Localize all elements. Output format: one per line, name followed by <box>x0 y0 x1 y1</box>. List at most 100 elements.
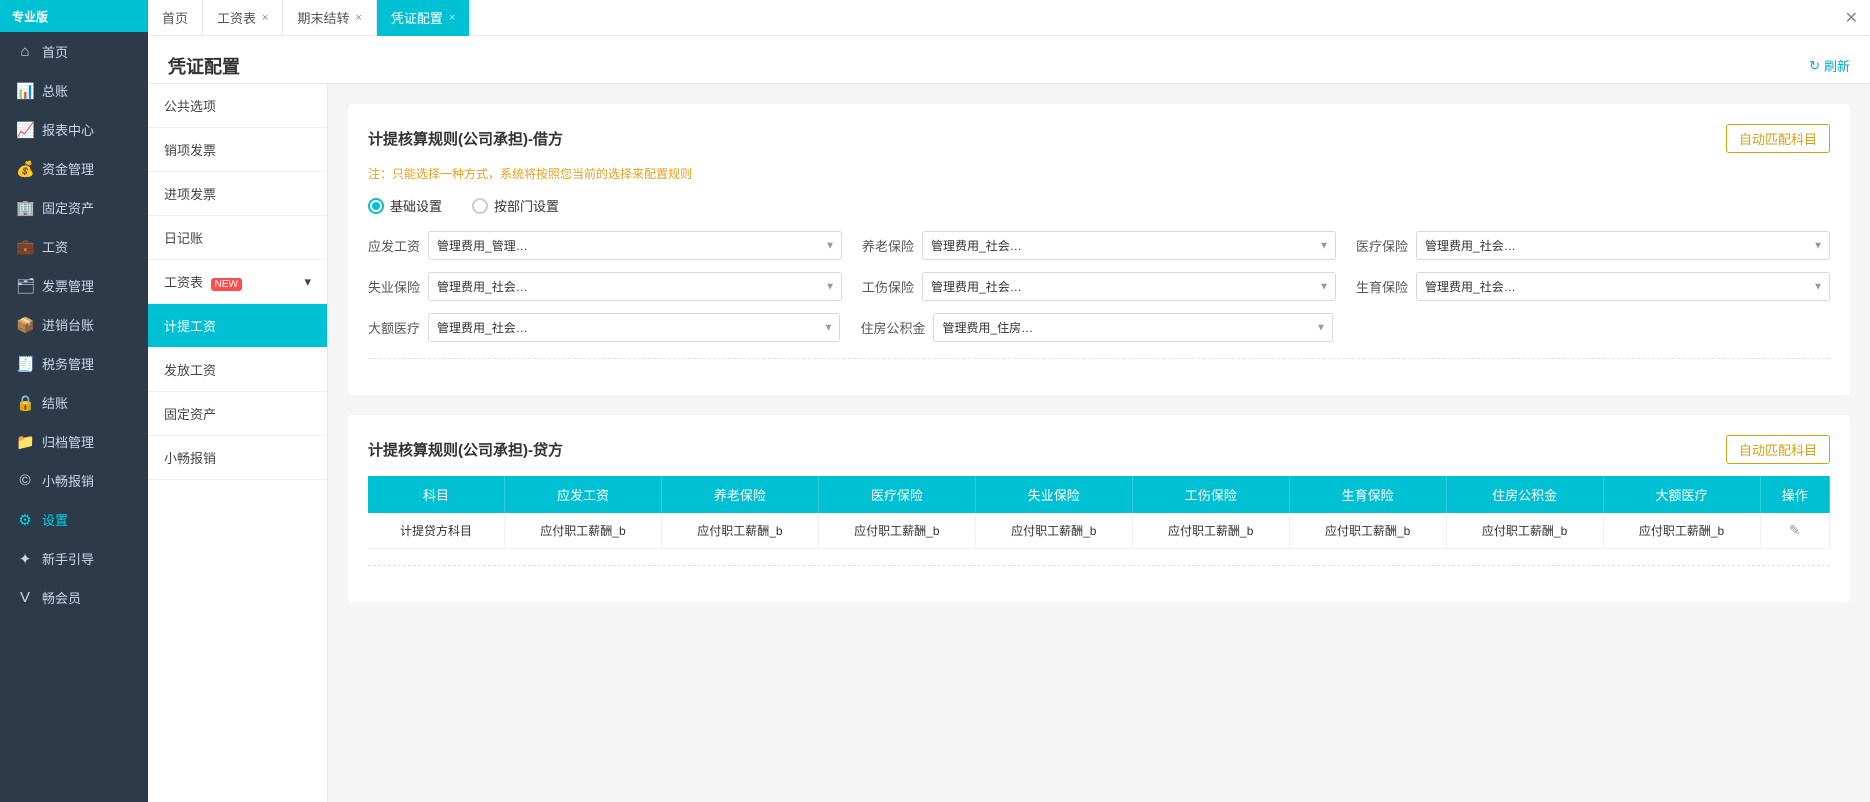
left-nav-label-sales-invoice: 销项发票 <box>164 140 216 159</box>
left-nav-label-journal: 日记账 <box>164 228 203 247</box>
left-nav-item-calc-payroll[interactable]: 计提工资 <box>148 304 327 348</box>
col-ylbx2: 医疗保险 <box>818 476 975 513</box>
tab-payroll-close[interactable]: × <box>262 12 268 24</box>
section-debit-note: 注：只能选择一种方式，系统将按照您当前的选择来配置规则 <box>368 165 1830 182</box>
form-row-3: 大额医疗 管理费用_社会保险费 ▼ 住房公积金 管理费用_住房公积金 ▼ <box>368 313 1333 342</box>
sidebar-item-label: 设置 <box>42 510 68 529</box>
field-yfgz-select[interactable]: 管理费用_管理人员职工薪酬 ▼ <box>428 231 842 260</box>
sidebar-item-inventory[interactable]: 📦进销台账 <box>0 305 148 344</box>
tab-period-close-close[interactable]: × <box>355 12 361 24</box>
cell-action[interactable]: ✎ <box>1760 513 1829 549</box>
col-zfgjj: 住房公积金 <box>1446 476 1603 513</box>
chevron-down-icon: ▼ <box>825 240 835 251</box>
field-ylbx2-select[interactable]: 管理费用_社会保险费 ▼ <box>1416 231 1830 260</box>
refresh-icon: ↻ <box>1809 58 1820 74</box>
field-deyl-label: 大额医疗 <box>368 318 420 337</box>
radio-basic-setup[interactable]: 基础设置 <box>368 196 442 215</box>
field-deyl-select[interactable]: 管理费用_社会保险费 ▼ <box>428 313 840 342</box>
left-nav-item-payroll-table[interactable]: 工资表 NEW▾ <box>148 260 327 304</box>
sidebar-item-funds[interactable]: 💰资金管理 <box>0 149 148 188</box>
field-zfgjj-label: 住房公积金 <box>860 318 925 337</box>
auto-match-debit-button[interactable]: 自动匹配科目 <box>1726 124 1830 153</box>
tab-home-label: 首页 <box>162 8 188 27</box>
tab-payroll[interactable]: 工资表 × <box>203 0 283 36</box>
section-debit-title: 计提核算规则(公司承担)-借方 <box>368 128 563 149</box>
left-nav-item-xiaochang-expense[interactable]: 小畅报销 <box>148 436 327 480</box>
sidebar-item-label: 首页 <box>42 42 68 61</box>
assets-icon: 🏢 <box>16 199 34 217</box>
left-nav-label-calc-payroll: 计提工资 <box>164 316 216 335</box>
sidebar-item-label: 归档管理 <box>42 432 94 451</box>
sidebar: 专业版 ⌂首页📊总账📈报表中心💰资金管理🏢固定资产💼工资🗂发票管理📦进销台账🧾税… <box>0 0 148 802</box>
sidebar-item-guide[interactable]: ✦新手引导 <box>0 539 148 578</box>
chevron-down-icon: ▼ <box>1319 240 1329 251</box>
field-sybx-select[interactable]: 管理费用_社会保险费 ▼ <box>428 272 842 301</box>
sidebar-item-reports[interactable]: 📈报表中心 <box>0 110 148 149</box>
cell-yfgz: 应付职工薪酬_b <box>505 513 662 549</box>
field-zfgjj-select[interactable]: 管理费用_住房公积金 ▼ <box>933 313 1332 342</box>
sidebar-item-label: 固定资产 <box>42 198 94 217</box>
credit-table: 科目 应发工资 养老保险 医疗保险 失业保险 工伤保险 生育保险 住房公积金 大… <box>368 476 1830 549</box>
left-nav-item-fixed-assets[interactable]: 固定资产 <box>148 392 327 436</box>
xiaochang-icon: © <box>16 472 34 489</box>
radio-group-setup: 基础设置 按部门设置 <box>368 196 1830 215</box>
left-nav-item-purchase-invoice[interactable]: 进项发票 <box>148 172 327 216</box>
field-sybx2-label: 生育保险 <box>1356 277 1408 296</box>
field-ylbx-select[interactable]: 管理费用_社会保险费 ▼ <box>922 231 1336 260</box>
left-nav-item-public-options[interactable]: 公共选项 <box>148 84 327 128</box>
col-yfgz: 应发工资 <box>505 476 662 513</box>
tab-period-close[interactable]: 期末结转 × <box>283 0 376 36</box>
edit-icon[interactable]: ✎ <box>1789 522 1801 538</box>
sidebar-item-label: 报表中心 <box>42 120 94 139</box>
tab-period-close-label: 期末结转 <box>297 8 349 27</box>
cell-ylbx: 应付职工薪酬_b <box>661 513 818 549</box>
section-credit-header: 计提核算规则(公司承担)-贷方 自动匹配科目 <box>368 435 1830 464</box>
col-deyl: 大额医疗 <box>1603 476 1760 513</box>
left-nav-item-pay-salary[interactable]: 发放工资 <box>148 348 327 392</box>
cell-zfgjj: 应付职工薪酬_b <box>1446 513 1603 549</box>
sidebar-item-ledger[interactable]: 📊总账 <box>0 71 148 110</box>
field-gsbx-select[interactable]: 管理费用_社会保险费 ▼ <box>922 272 1336 301</box>
close-window-button[interactable]: ✕ <box>1833 8 1870 28</box>
form-row-1: 应发工资 管理费用_管理人员职工薪酬 ▼ 养老保险 管理费用_社会保险费 ▼ <box>368 231 1830 260</box>
left-nav-label-payroll-table: 工资表 NEW <box>164 272 242 291</box>
radio-basic-setup-circle <box>368 198 384 214</box>
content-area: 公共选项销项发票进项发票日记账工资表 NEW▾计提工资发放工资固定资产小畅报销 … <box>148 84 1870 802</box>
sidebar-item-settings[interactable]: ⚙设置 <box>0 500 148 539</box>
left-nav-label-pay-salary: 发放工资 <box>164 360 216 379</box>
col-subject: 科目 <box>368 476 505 513</box>
cell-subject: 计提贷方科目 <box>368 513 505 549</box>
cell-sybx: 应付职工薪酬_b <box>975 513 1132 549</box>
sidebar-item-assets[interactable]: 🏢 固定资产 <box>0 188 148 227</box>
invoice-icon: 🗂 <box>16 277 34 295</box>
auto-match-credit-button[interactable]: 自动匹配科目 <box>1726 435 1830 464</box>
tab-home[interactable]: 首页 <box>148 0 203 36</box>
left-nav-label-purchase-invoice: 进项发票 <box>164 184 216 203</box>
field-sybx2-select[interactable]: 管理费用_社会保险费 ▼ <box>1416 272 1830 301</box>
col-sybx: 失业保险 <box>975 476 1132 513</box>
sidebar-item-home[interactable]: ⌂首页 <box>0 32 148 71</box>
sidebar-item-salary[interactable]: 💼工资 <box>0 227 148 266</box>
sidebar-item-xiaochang[interactable]: ©小畅报销 <box>0 461 148 500</box>
sidebar-item-label: 新手引导 <box>42 549 94 568</box>
tab-voucher-config[interactable]: 凭证配置 × <box>377 0 470 36</box>
sidebar-item-close[interactable]: 🔒结账 <box>0 383 148 422</box>
sidebar-item-tax[interactable]: 🧾税务管理 <box>0 344 148 383</box>
field-sybx-label: 失业保险 <box>368 277 420 296</box>
sidebar-item-label: 工资 <box>42 237 68 256</box>
refresh-button[interactable]: ↻ 刷新 <box>1809 56 1850 75</box>
sidebar-item-label: 发票管理 <box>42 276 94 295</box>
left-nav-label-xiaochang-expense: 小畅报销 <box>164 448 216 467</box>
sidebar-item-invoice[interactable]: 🗂 发票管理 <box>0 266 148 305</box>
left-nav-item-journal[interactable]: 日记账 <box>148 216 327 260</box>
cell-gsbx: 应付职工薪酬_b <box>1132 513 1289 549</box>
sidebar-item-member[interactable]: V畅会员 <box>0 578 148 617</box>
left-nav-item-sales-invoice[interactable]: 销项发票 <box>148 128 327 172</box>
tab-payroll-label: 工资表 <box>217 8 256 27</box>
col-ylbx: 养老保险 <box>661 476 818 513</box>
sidebar-item-archive[interactable]: 📁归档管理 <box>0 422 148 461</box>
field-sybx2: 生育保险 管理费用_社会保险费 ▼ <box>1356 272 1830 301</box>
tab-voucher-config-label: 凭证配置 <box>391 8 443 27</box>
tab-voucher-config-close[interactable]: × <box>449 12 455 24</box>
radio-dept-setup[interactable]: 按部门设置 <box>472 196 559 215</box>
